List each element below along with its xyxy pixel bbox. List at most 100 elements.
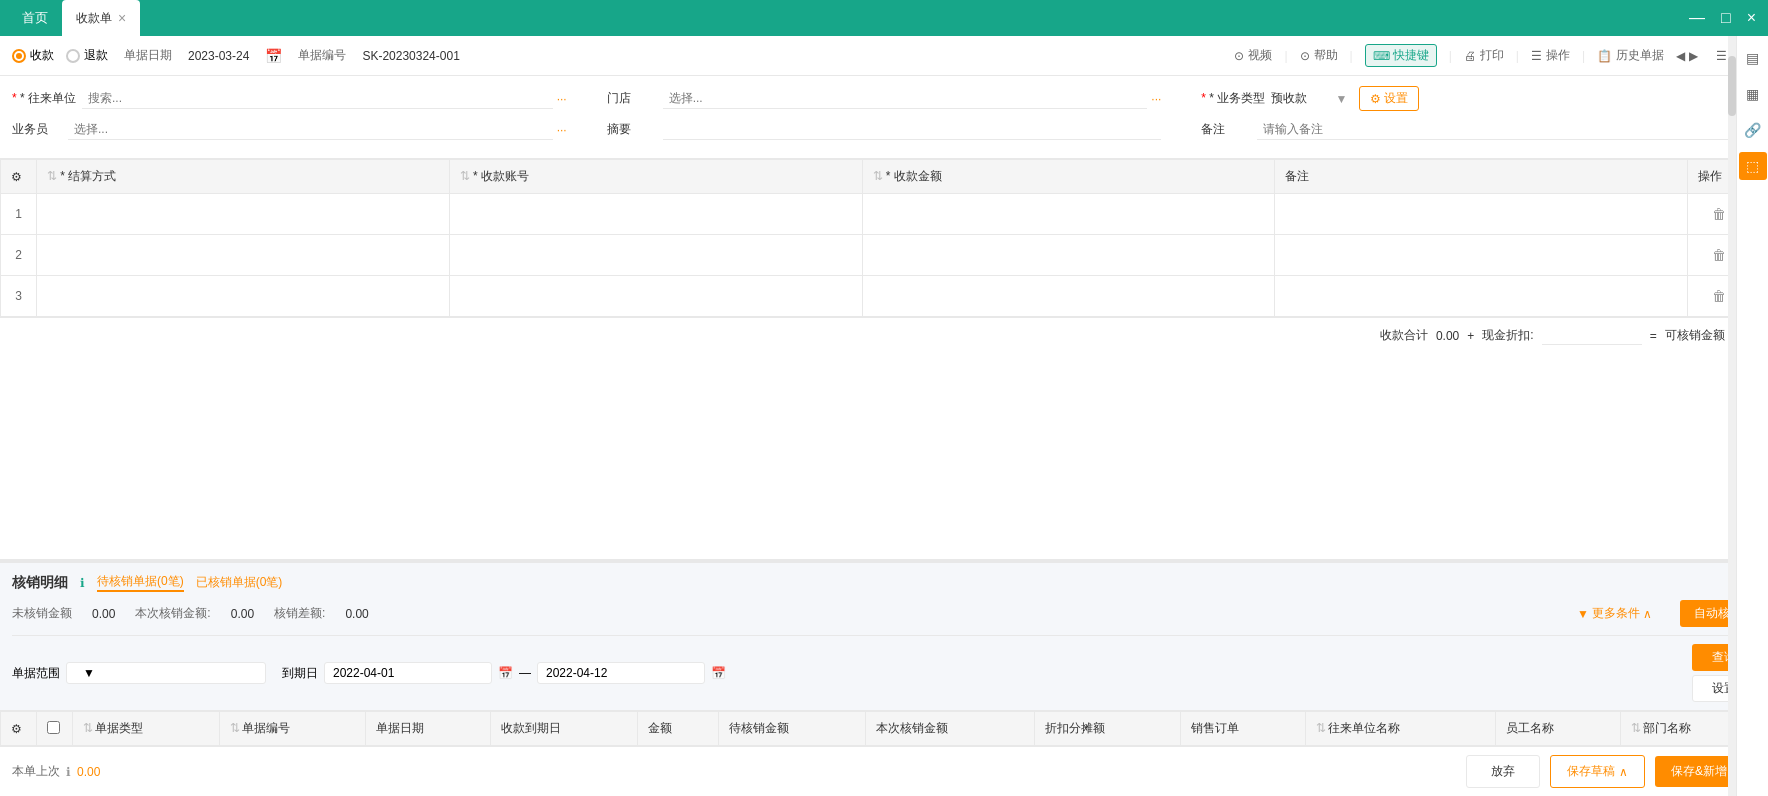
- settlement-input-1[interactable]: [37, 194, 449, 234]
- date-to-input[interactable]: [537, 662, 705, 684]
- print-btn[interactable]: 🖨 打印: [1464, 47, 1504, 64]
- prev-icon[interactable]: ◀: [1676, 49, 1685, 63]
- shop-input[interactable]: [663, 88, 1148, 109]
- settlement-input-3[interactable]: [37, 276, 449, 316]
- row-2-account[interactable]: [449, 235, 862, 276]
- summary-input[interactable]: [663, 119, 1162, 140]
- scroll-thumb[interactable]: [1728, 56, 1736, 116]
- business-type-select[interactable]: 预收款 ▼: [1271, 90, 1347, 107]
- row-2-settlement[interactable]: [37, 235, 450, 276]
- writeoff-info-icon[interactable]: ℹ: [80, 576, 85, 590]
- remark-input-2[interactable]: [1275, 235, 1687, 275]
- help-btn[interactable]: ⊙ 帮助: [1300, 47, 1338, 64]
- pending-tab[interactable]: 待核销单据(0笔): [97, 573, 184, 592]
- amount-input-2[interactable]: [863, 235, 1275, 275]
- row-1-account[interactable]: [449, 194, 862, 235]
- row-2-remark[interactable]: [1275, 235, 1688, 276]
- abandon-button[interactable]: 放弃: [1466, 755, 1540, 788]
- table-row: 3 🗑 ⧉: [1, 276, 1768, 317]
- settlement-input-2[interactable]: [37, 235, 449, 275]
- partner-input[interactable]: [82, 88, 553, 109]
- amount-input-3[interactable]: [863, 276, 1275, 316]
- row-1-settlement[interactable]: [37, 194, 450, 235]
- history-btn[interactable]: 📋 历史单据: [1597, 47, 1664, 64]
- sort-icon: ⇅: [47, 169, 57, 183]
- calendar-to-icon[interactable]: 📅: [711, 666, 726, 680]
- row-3-amount[interactable]: [862, 276, 1275, 317]
- bottom-table-area: ⚙ ⇅单据类型 ⇅单据编号 单据日期 收款到期日 金额 待核销金额 本次核销金额…: [0, 710, 1768, 746]
- sidebar-icon-link[interactable]: 🔗: [1739, 116, 1767, 144]
- save-draft-button[interactable]: 保存草稿 ∧: [1550, 755, 1645, 788]
- footer-actions: 放弃 保存草稿 ∧ 保存&新增 ∧: [1466, 755, 1756, 788]
- range-select[interactable]: ▼: [66, 662, 266, 684]
- remark-input-1[interactable]: [1275, 194, 1687, 234]
- delete-icon-2[interactable]: 🗑: [1712, 247, 1726, 264]
- tab-receipt[interactable]: 收款单 ×: [62, 0, 140, 36]
- help-label: 帮助: [1314, 47, 1338, 64]
- delete-icon-1[interactable]: 🗑: [1712, 206, 1726, 223]
- account-input-2[interactable]: [450, 235, 862, 275]
- amount-input-1[interactable]: [863, 194, 1275, 234]
- next-icon[interactable]: ▶: [1689, 49, 1698, 63]
- delete-icon-3[interactable]: 🗑: [1712, 288, 1726, 305]
- business-type-arrow[interactable]: ▼: [1335, 92, 1347, 106]
- staff-input[interactable]: [68, 119, 553, 140]
- table-section: ⚙ ⇅ * 结算方式 ⇅ * 收款账号 ⇅ * 收款金额 备注: [0, 159, 1768, 559]
- video-btn[interactable]: ⊙ 视频: [1234, 47, 1272, 64]
- save-draft-arrow: ∧: [1619, 765, 1628, 779]
- radio-refund[interactable]: 退款: [66, 47, 108, 64]
- form-area: * 往来单位 ··· 门店 ··· * 业务类型 预收款 ▼ ⚙ 设置: [0, 76, 1768, 159]
- sidebar-icon-grid[interactable]: ▦: [1739, 80, 1767, 108]
- business-type-value: 预收款: [1271, 90, 1331, 107]
- equal-sign: =: [1650, 329, 1657, 343]
- tab-home[interactable]: 首页: [8, 0, 62, 36]
- th-pending: 待核销金额: [719, 712, 866, 746]
- range-arrow-icon: ▼: [83, 666, 95, 680]
- partner-dots[interactable]: ···: [557, 92, 567, 106]
- account-input-3[interactable]: [450, 276, 862, 316]
- row-num-3: 3: [1, 276, 37, 317]
- th-gear[interactable]: ⚙: [1, 160, 37, 194]
- print-icon: 🖨: [1464, 49, 1476, 63]
- due-date-field: 到期日 📅 — 📅: [282, 662, 726, 684]
- footer-info-icon[interactable]: ℹ: [66, 765, 71, 779]
- row-3-account[interactable]: [449, 276, 862, 317]
- calendar-from-icon[interactable]: 📅: [498, 666, 513, 680]
- done-tab[interactable]: 已核销单据(0笔): [196, 574, 283, 591]
- discount-input[interactable]: [1542, 326, 1642, 345]
- row-3-remark[interactable]: [1275, 276, 1688, 317]
- row-3-settlement[interactable]: [37, 276, 450, 317]
- select-all-checkbox[interactable]: [47, 721, 60, 734]
- close-button[interactable]: ×: [1743, 9, 1760, 27]
- th-checkbox[interactable]: [37, 712, 73, 746]
- shop-dots[interactable]: ···: [1151, 92, 1161, 106]
- th-type: ⇅单据类型: [73, 712, 220, 746]
- tab-close-icon[interactable]: ×: [118, 0, 126, 36]
- radio-receipt-dot: [12, 49, 26, 63]
- date-from-input[interactable]: [324, 662, 492, 684]
- sidebar-icon-table[interactable]: ▤: [1739, 44, 1767, 72]
- settings-button[interactable]: ⚙ 设置: [1359, 86, 1419, 111]
- date-value[interactable]: 2023-03-24: [188, 49, 249, 63]
- remark-input-3[interactable]: [1275, 276, 1687, 316]
- maximize-button[interactable]: □: [1717, 9, 1735, 27]
- radio-receipt[interactable]: 收款: [12, 47, 54, 64]
- th-gear-bottom[interactable]: ⚙: [1, 712, 37, 746]
- remark-input[interactable]: [1257, 119, 1756, 140]
- row-1-amount[interactable]: [862, 194, 1275, 235]
- calendar-icon[interactable]: 📅: [265, 48, 282, 64]
- row-2-amount[interactable]: [862, 235, 1275, 276]
- more-conditions-btn[interactable]: ▼ 更多条件 ∧: [1577, 605, 1652, 622]
- scrollbar[interactable]: [1728, 36, 1736, 796]
- shortcut-label: 快捷键: [1393, 47, 1429, 64]
- account-input-1[interactable]: [450, 194, 862, 234]
- diff-value: 0.00: [345, 607, 368, 621]
- minimize-button[interactable]: —: [1685, 9, 1709, 27]
- operation-btn[interactable]: ☰ 操作: [1531, 47, 1570, 64]
- shortcut-btn[interactable]: ⌨ 快捷键: [1365, 44, 1437, 67]
- sidebar-icon-expand[interactable]: ⬚: [1739, 152, 1767, 180]
- number-value[interactable]: SK-20230324-001: [362, 49, 459, 63]
- staff-dots[interactable]: ···: [557, 123, 567, 137]
- toolbar-right: ⊙ 视频 | ⊙ 帮助 | ⌨ 快捷键 | 🖨 打印 | ☰ 操作: [1234, 44, 1756, 67]
- row-1-remark[interactable]: [1275, 194, 1688, 235]
